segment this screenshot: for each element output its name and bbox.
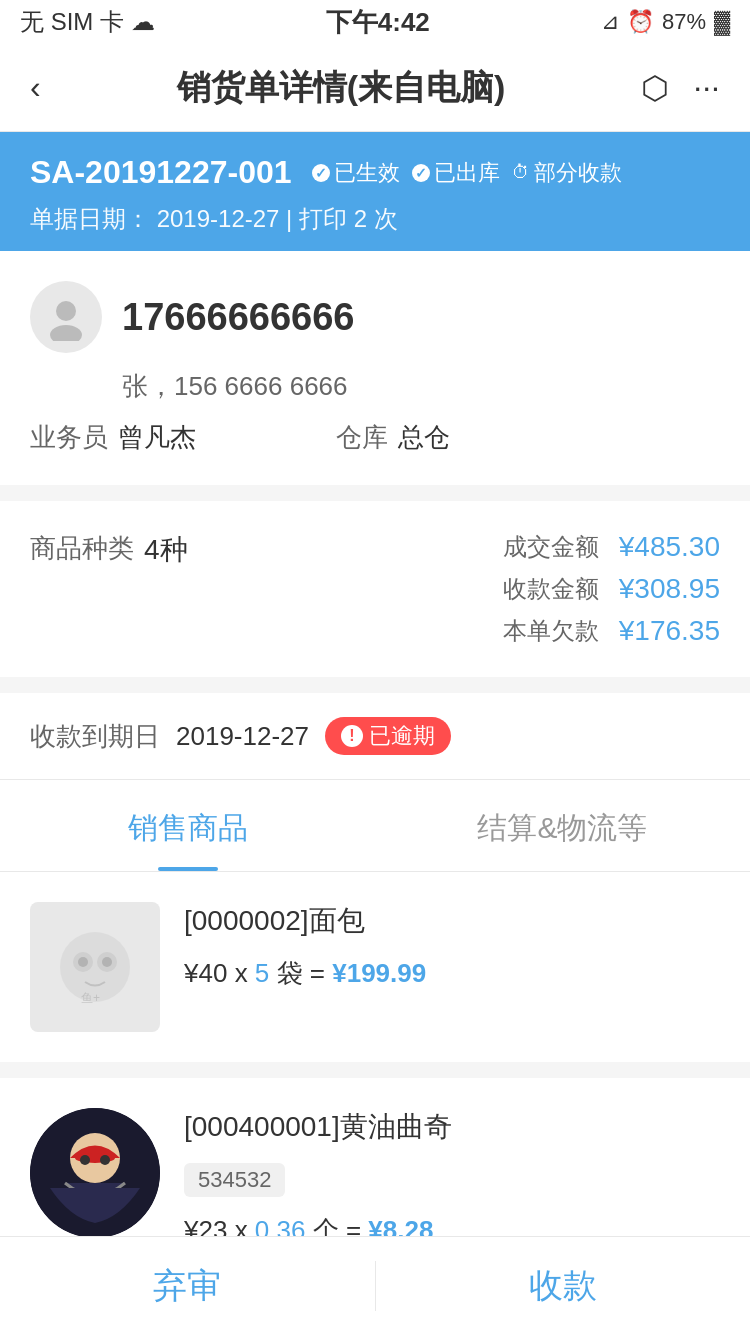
type-row: 商品种类 4种 [30,531,188,569]
price-qty-1: 5 [255,958,269,988]
product-thumbnail-2 [30,1108,160,1238]
nav-actions: ⬡ ··· [641,69,720,107]
debt-row: 本单欠款 ¥176.35 [503,615,720,647]
page-title: 销货单详情(来自电脑) [177,65,506,111]
warehouse-label: 仓库 [336,420,388,455]
debt-label: 本单欠款 [503,615,599,647]
header-banner: SA-20191227-001 ✓ 已生效 ✓ 已出库 ⏱ 部分收款 单据日期：… [0,132,750,251]
product-info-1: [0000002]面包 ¥40 x 5 袋 = ¥199.99 [184,902,720,1032]
product-thumbnail-1: 鱼+ [30,902,160,1032]
product-code-1: [0000002]面包 [184,902,720,940]
battery-text: 87% [662,9,706,35]
banner-row1: SA-20191227-001 ✓ 已生效 ✓ 已出库 ⏱ 部分收款 [30,154,720,191]
clock-icon: ⏱ [512,162,530,183]
price-unit-1: 袋 [277,958,303,988]
product-code-2: [000400001]黄油曲奇 [184,1108,720,1146]
status-tag-effective: ✓ 已生效 [312,158,400,188]
nav-bar: ‹ 销货单详情(来自电脑) ⬡ ··· [0,44,750,132]
status-left: 无 SIM 卡 ☁ [20,6,155,38]
amount-stats: 成交金额 ¥485.30 收款金额 ¥308.95 本单欠款 ¥176.35 [503,531,720,647]
stats-section: 商品种类 4种 成交金额 ¥485.30 收款金额 ¥308.95 本单欠款 ¥… [0,501,750,677]
due-section: 收款到期日 2019-12-27 ! 已逾期 [0,693,750,780]
status-tags: ✓ 已生效 ✓ 已出库 ⏱ 部分收款 [312,158,622,188]
banner-date-row: 单据日期： 2019-12-27 | 打印 2 次 [30,203,720,235]
customer-meta: 业务员 曾凡杰 仓库 总仓 [30,420,720,455]
deal-row: 成交金额 ¥485.30 [503,531,720,563]
table-row: 鱼+ [0000002]面包 ¥40 x 5 袋 = ¥199.99 [0,872,750,1062]
signal-text: 无 SIM 卡 ☁ [20,6,155,38]
product-type-stats: 商品种类 4种 [30,531,188,647]
sales-value: 曾凡杰 [118,420,196,455]
sales-meta: 业务员 曾凡杰 [30,420,196,455]
warehouse-value: 总仓 [398,420,450,455]
bottom-bar: 弃审 收款 [0,1236,750,1334]
customer-section: 17666666666 张，156 6666 6666 业务员 曾凡杰 仓库 总… [0,251,750,485]
status-bar: 无 SIM 卡 ☁ 下午4:42 ⊿ ⏰ 87% ▓ [0,0,750,44]
owl-icon: 鱼+ [55,927,135,1007]
due-label: 收款到期日 [30,719,160,754]
date-label: 单据日期： [30,205,150,232]
print-info: | 打印 2 次 [286,205,398,232]
check-icon-effective: ✓ [312,164,330,182]
overdue-text: 已逾期 [369,721,435,751]
receive-amount: ¥308.95 [619,573,720,605]
svg-point-5 [78,957,88,967]
product-sku-2: 534532 [184,1163,285,1197]
cancel-button[interactable]: 弃审 [0,1263,375,1309]
tabs-bar: 销售商品 结算&物流等 [0,780,750,872]
svg-point-0 [56,301,76,321]
status-tag-shipped: ✓ 已出库 [412,158,500,188]
svg-point-6 [102,957,112,967]
sales-label: 业务员 [30,420,108,455]
warning-icon: ! [341,725,363,747]
products-list: 鱼+ [0000002]面包 ¥40 x 5 袋 = ¥199.99 [0,872,750,1278]
customer-name: 17666666666 [122,296,354,339]
customer-main-row: 17666666666 [30,281,720,353]
debt-amount: ¥176.35 [619,615,720,647]
customer-sub: 张，156 6666 6666 [30,369,720,404]
status-right: ⊿ ⏰ 87% ▓ [601,9,730,35]
deal-label: 成交金额 [503,531,599,563]
price-equals-1: = [310,958,332,988]
tab-settlement[interactable]: 结算&物流等 [375,780,750,871]
confirm-button[interactable]: 收款 [376,1263,751,1309]
price-total-1: ¥199.99 [332,958,426,988]
avatar [30,281,102,353]
ninja-icon [30,1108,160,1238]
order-id: SA-20191227-001 [30,154,292,191]
back-button[interactable]: ‹ [30,69,41,106]
receive-row: 收款金额 ¥308.95 [503,573,720,605]
svg-point-11 [80,1155,90,1165]
svg-point-1 [50,325,82,341]
receive-label: 收款金额 [503,573,599,605]
product-price-1: ¥40 x 5 袋 = ¥199.99 [184,956,720,991]
product-info-2: [000400001]黄油曲奇 534532 ¥23 x 0.36 个 = ¥8… [184,1108,720,1248]
price-multiply-1: x [235,958,255,988]
warehouse-meta: 仓库 总仓 [336,420,450,455]
location-icon: ⊿ [601,9,619,35]
deal-amount: ¥485.30 [619,531,720,563]
price-base-1: ¥40 [184,958,227,988]
tab-sales-products[interactable]: 销售商品 [0,780,375,871]
svg-text:鱼+: 鱼+ [81,991,100,1005]
share-button[interactable]: ⬡ [641,69,669,107]
type-count: 4种 [144,531,188,569]
check-icon-shipped: ✓ [412,164,430,182]
battery-icon: ▓ [714,9,730,35]
status-time: 下午4:42 [326,5,430,40]
due-date: 2019-12-27 [176,721,309,752]
overdue-badge: ! 已逾期 [325,717,451,755]
status-tag-partial: ⏱ 部分收款 [512,158,622,188]
more-button[interactable]: ··· [693,69,720,106]
type-label: 商品种类 [30,531,134,569]
svg-point-12 [100,1155,110,1165]
alarm-icon: ⏰ [627,9,654,35]
avatar-icon [42,293,90,341]
order-date: 2019-12-27 [157,205,280,232]
